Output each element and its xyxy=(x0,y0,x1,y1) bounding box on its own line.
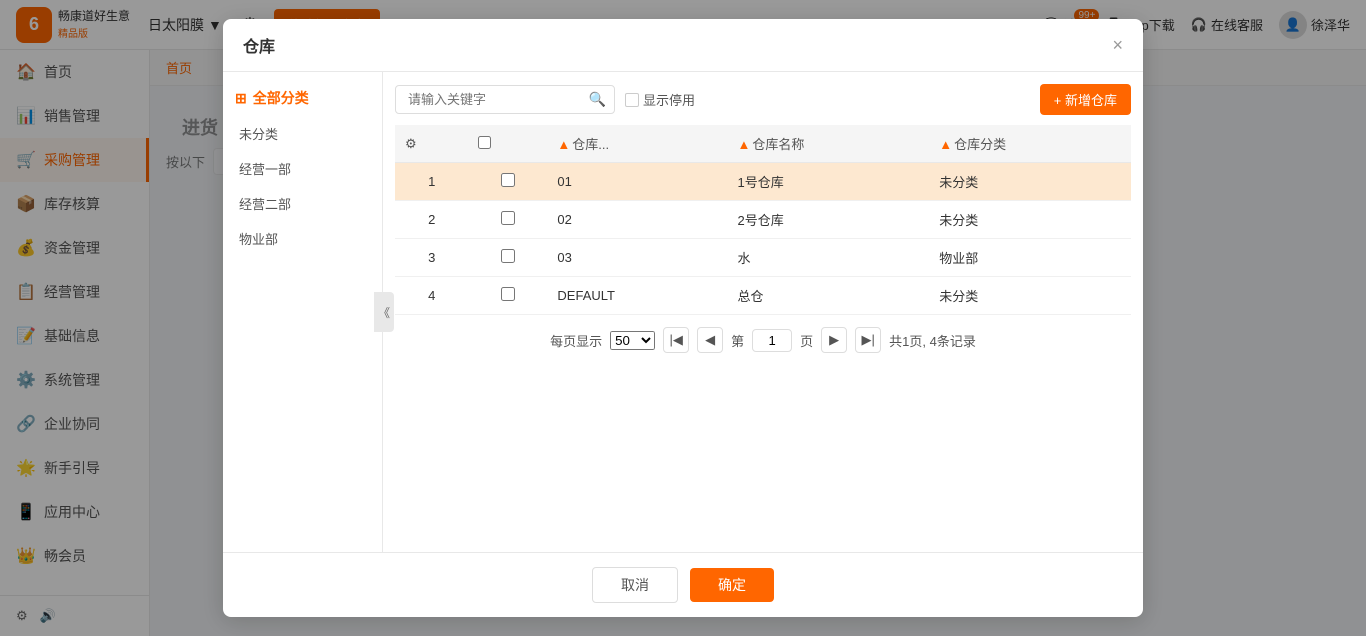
search-icon: 🔍 xyxy=(589,91,606,108)
page-prev-btn[interactable]: ◀ xyxy=(697,327,723,353)
td-category: 未分类 xyxy=(929,163,1131,201)
main-content: 首页 进货 按以下 仓库 × xyxy=(150,50,1366,636)
warehouse-dialog: 仓库 × ⊞ 全部分类 未分类 经营一部 经营二部 物业部 xyxy=(223,50,1143,617)
row-checkbox[interactable] xyxy=(501,173,515,187)
td-name: 水 xyxy=(728,239,930,277)
show-disabled-label[interactable]: 显示停用 xyxy=(625,90,695,109)
category-all-label: 全部分类 xyxy=(253,88,309,108)
page-next-btn[interactable]: ▶ xyxy=(821,327,847,353)
row-checkbox[interactable] xyxy=(501,287,515,301)
show-disabled-text: 显示停用 xyxy=(643,90,695,109)
layout: 🏠 首页 📊 销售管理 🛒 采购管理 📦 库存核算 💰 资金管理 📋 经营管理 … xyxy=(0,50,1366,636)
category-all[interactable]: ⊞ 全部分类 xyxy=(223,80,382,116)
table-header-row: ⚙ ▲仓库... ▲仓库名称 ▲仓库分类 xyxy=(395,125,1131,163)
page-suffix: 页 xyxy=(800,331,813,350)
td-category: 未分类 xyxy=(929,277,1131,315)
page-label: 第 xyxy=(731,331,744,350)
dialog-header: 仓库 × xyxy=(223,50,1143,72)
table-toolbar: 🔍 显示停用 + 新增仓库 xyxy=(395,84,1131,115)
td-code: 01 xyxy=(547,163,727,201)
td-check[interactable] xyxy=(468,201,547,239)
table-row[interactable]: 3 03 水 物业部 xyxy=(395,239,1131,277)
page-last-btn[interactable]: ▶| xyxy=(855,327,881,353)
category-item-uncategorized[interactable]: 未分类 xyxy=(223,116,382,151)
td-name: 1号仓库 xyxy=(728,163,930,201)
dialog-footer: 取消 确定 xyxy=(223,552,1143,617)
total-info: 共1页, 4条记录 xyxy=(889,331,976,350)
td-code: DEFAULT xyxy=(547,277,727,315)
td-code: 02 xyxy=(547,201,727,239)
category-item-ops2[interactable]: 经营二部 xyxy=(223,186,382,221)
sort-icon-name: ▲ xyxy=(738,137,751,152)
category-collapse-btn[interactable]: 《 xyxy=(374,292,394,332)
td-name: 2号仓库 xyxy=(728,201,930,239)
add-warehouse-button[interactable]: + 新增仓库 xyxy=(1040,84,1131,115)
grid-icon: ⊞ xyxy=(235,90,247,107)
th-name[interactable]: ▲仓库名称 xyxy=(728,125,930,163)
dialog-title: 仓库 xyxy=(243,50,275,57)
td-check[interactable] xyxy=(468,277,547,315)
dialog-body: ⊞ 全部分类 未分类 经营一部 经营二部 物业部 《 xyxy=(223,72,1143,552)
th-category[interactable]: ▲仓库分类 xyxy=(929,125,1131,163)
pagination: 每页显示 50 10 20 100 |◀ ◀ 第 1 页 xyxy=(395,315,1131,357)
category-panel: ⊞ 全部分类 未分类 经营一部 经营二部 物业部 《 xyxy=(223,72,383,552)
table-row[interactable]: 4 DEFAULT 总仓 未分类 xyxy=(395,277,1131,315)
confirm-button[interactable]: 确定 xyxy=(690,568,774,602)
per-page-label: 每页显示 xyxy=(550,331,602,350)
search-input[interactable] xyxy=(404,86,589,113)
select-all-checkbox[interactable] xyxy=(478,136,491,149)
td-category: 未分类 xyxy=(929,201,1131,239)
td-check[interactable] xyxy=(468,163,547,201)
table-row[interactable]: 2 02 2号仓库 未分类 xyxy=(395,201,1131,239)
table-row[interactable]: 1 01 1号仓库 未分类 xyxy=(395,163,1131,201)
td-index: 4 xyxy=(395,277,468,315)
search-box: 🔍 xyxy=(395,85,615,114)
cancel-button[interactable]: 取消 xyxy=(592,567,678,603)
td-index: 2 xyxy=(395,201,468,239)
td-category: 物业部 xyxy=(929,239,1131,277)
th-code[interactable]: ▲仓库... xyxy=(547,125,727,163)
td-check[interactable] xyxy=(468,239,547,277)
td-index: 1 xyxy=(395,163,468,201)
row-checkbox[interactable] xyxy=(501,211,515,225)
sort-icon-code: ▲ xyxy=(557,137,570,152)
warehouse-table: ⚙ ▲仓库... ▲仓库名称 ▲仓库分类 1 01 1号仓库 未分类 xyxy=(395,125,1131,315)
td-index: 3 xyxy=(395,239,468,277)
sort-icon-category: ▲ xyxy=(939,137,952,152)
modal-overlay: 仓库 × ⊞ 全部分类 未分类 经营一部 经营二部 物业部 xyxy=(150,50,1366,636)
category-item-ops1[interactable]: 经营一部 xyxy=(223,151,382,186)
page-first-btn[interactable]: |◀ xyxy=(663,327,689,353)
th-check[interactable] xyxy=(468,125,547,163)
dialog-close-button[interactable]: × xyxy=(1112,50,1123,54)
td-code: 03 xyxy=(547,239,727,277)
td-name: 总仓 xyxy=(728,277,930,315)
page-input[interactable]: 1 xyxy=(752,329,792,352)
show-disabled-checkbox[interactable] xyxy=(625,93,639,107)
table-panel: 🔍 显示停用 + 新增仓库 ⚙ xyxy=(383,72,1143,552)
row-checkbox[interactable] xyxy=(501,249,515,263)
th-gear[interactable]: ⚙ xyxy=(395,125,468,163)
per-page-select[interactable]: 50 10 20 100 xyxy=(610,331,655,350)
category-item-property[interactable]: 物业部 xyxy=(223,221,382,256)
